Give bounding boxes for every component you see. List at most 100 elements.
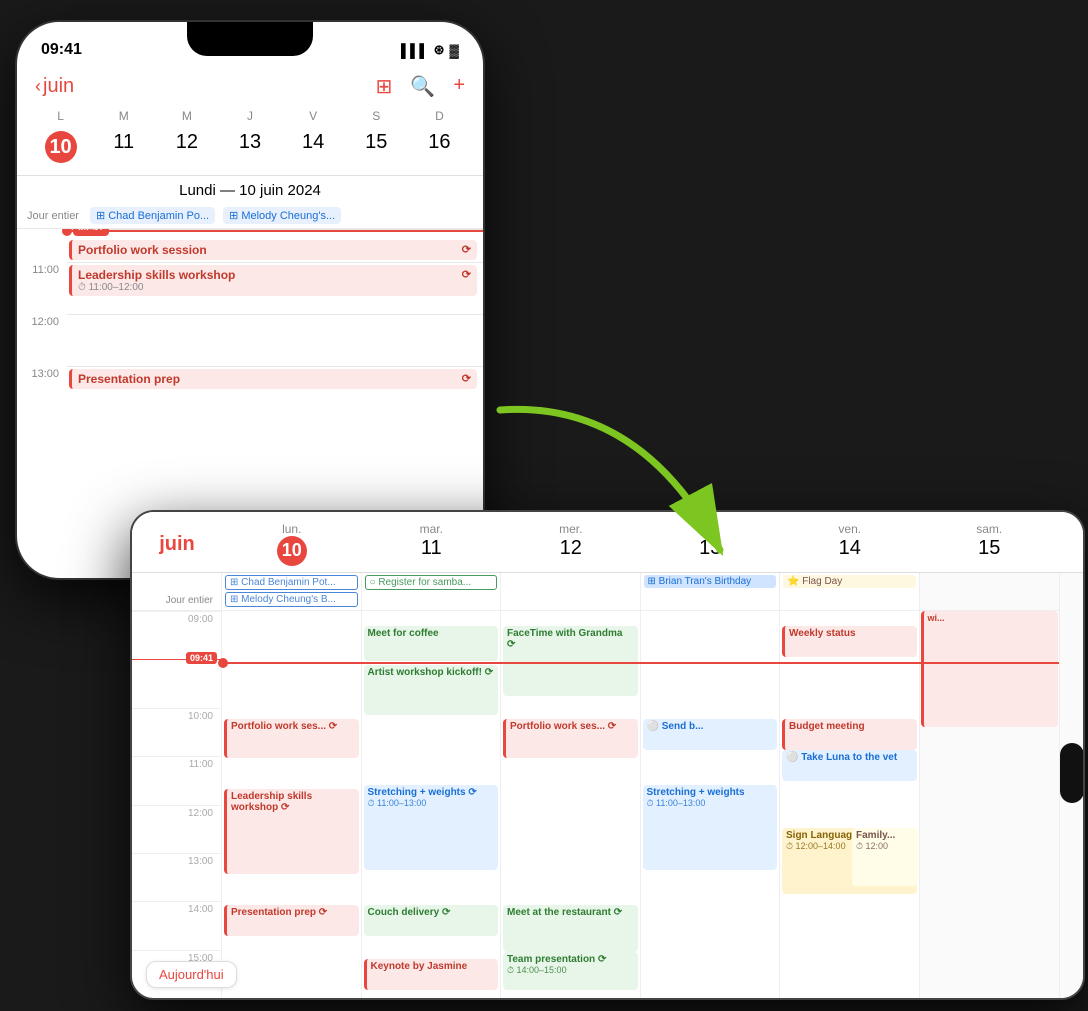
all-day-chad[interactable]: ⊞ Chad Benjamin Pot... xyxy=(225,575,358,590)
calendar-header: ‹ juin ⊞ 🔍 + xyxy=(17,70,483,107)
event-portfolio-wed[interactable]: Portfolio work ses... ⟳ xyxy=(503,719,638,758)
event-coffee-tue[interactable]: Meet for coffee xyxy=(364,626,499,661)
event-portfolio[interactable]: Portfolio work session ⟳ xyxy=(69,240,477,260)
date-15[interactable]: 15 xyxy=(345,129,408,165)
event-portfolio-mon[interactable]: Portfolio work ses... ⟳ xyxy=(224,719,359,758)
event-vet-fri[interactable]: ⚪ Take Luna to the vet xyxy=(782,750,917,781)
event-keynote-tue[interactable]: Keynote by Jasmine xyxy=(364,959,499,990)
dates-row: 10 11 12 13 14 15 16 xyxy=(17,129,483,165)
chevron-left-icon: ‹ xyxy=(35,76,41,97)
event-couch-tue[interactable]: Couch delivery ⟳ xyxy=(364,905,499,936)
weekday-m2: M xyxy=(155,107,218,125)
current-time-dot xyxy=(62,229,72,236)
event-title-family: Family... xyxy=(856,830,895,841)
all-day-lun10: ⊞ Chad Benjamin Pot... ⊞ Melody Cheung's… xyxy=(222,573,361,611)
circle-icon-vet: ⚪ xyxy=(786,752,798,763)
event-time-stretching-thu: ⏱ 11:00–13:00 xyxy=(647,798,774,809)
event-restaurant-wed[interactable]: Meet at the restaurant ⟳ xyxy=(503,905,638,951)
event-title-couch: Couch delivery ⟳ xyxy=(368,907,451,918)
tablet-col-header-sam15[interactable]: sam. 15 xyxy=(920,522,1060,566)
event-title-vet: Take Luna to the vet xyxy=(801,752,897,763)
event-stretching-tue[interactable]: Stretching + weights ⟳ ⏱ 11:00–13:00 xyxy=(364,785,499,870)
weekday-l: L xyxy=(29,107,92,125)
event-title-portfolio-wed: Portfolio work ses... ⟳ xyxy=(510,721,616,732)
tablet-col-header-ven14[interactable]: ven. 14 xyxy=(780,522,920,566)
time-slot-1100: 11:00 xyxy=(132,756,221,804)
tablet-month-label: juin xyxy=(132,533,222,556)
event-title-portfolio-mon: Portfolio work ses... ⟳ xyxy=(231,721,337,732)
current-time-indicator xyxy=(67,230,483,232)
all-day-sam15 xyxy=(920,573,1060,611)
circle-icon-send: ⚪ xyxy=(647,721,659,732)
tablet-landscape: juin lun. 10 mar. 11 mer. 12 jeu. 13 xyxy=(130,510,1085,1000)
date-11[interactable]: 11 xyxy=(92,129,155,165)
events-sam15: wi... xyxy=(920,611,1060,998)
search-icon[interactable]: 🔍 xyxy=(410,74,435,99)
event-artistwkshp-tue[interactable]: Artist workshop kickoff! ⟳ xyxy=(364,665,499,715)
arrow-container xyxy=(440,380,760,580)
all-day-flagday[interactable]: ⭐ Flag Day xyxy=(783,575,916,588)
date-10[interactable]: 10 xyxy=(29,129,92,165)
event-teampres-wed[interactable]: Team presentation ⟳ ⏱ 14:00–15:00 xyxy=(503,952,638,991)
date-14[interactable]: 14 xyxy=(282,129,345,165)
time-slot-1000: 10:00 xyxy=(132,708,221,756)
day-label: Lundi — 10 juin 2024 xyxy=(17,175,483,203)
time-label-1200: 12:00 xyxy=(17,314,67,328)
time-label-1100: 11:00 xyxy=(17,262,67,276)
weekday-j: J xyxy=(218,107,281,125)
event-send-thu[interactable]: ⚪ Send b... xyxy=(643,719,778,750)
plus-icon[interactable]: + xyxy=(453,74,465,99)
event-family-fri[interactable]: Family... ⏱ 12:00 xyxy=(852,828,917,886)
all-day-melody[interactable]: ⊞ Melody Cheung's B... xyxy=(225,592,358,607)
back-button[interactable]: ‹ juin xyxy=(35,75,74,98)
aujourdhui-label: Aujourd'hui xyxy=(159,967,224,982)
tablet-col-ven14: ⭐ Flag Day Weekly status Budget meeting … xyxy=(780,573,920,998)
date-13[interactable]: 13 xyxy=(218,129,281,165)
event-weeklystatus-fri[interactable]: Weekly status xyxy=(782,626,917,657)
day-abbr-sam: sam. xyxy=(976,522,1002,536)
event-leadership-mon[interactable]: Leadership skills workshop ⟳ xyxy=(224,789,359,874)
event-title-weeklystatus: Weekly status xyxy=(789,628,856,639)
signal-icon: ▌▌▌ xyxy=(401,43,429,58)
tablet-col-header-lun10[interactable]: lun. 10 xyxy=(222,522,362,566)
tablet-all-day-label: Jour entier xyxy=(132,573,221,611)
calendar-icon-2: ⊞ xyxy=(229,209,238,222)
event-title-leadership: Leadership skills workshop ⟳ xyxy=(78,268,471,282)
event-stretching-thu[interactable]: Stretching + weights ⏱ 11:00–13:00 xyxy=(643,785,778,870)
event-presprepu-mon[interactable]: Presentation prep ⟳ xyxy=(224,905,359,936)
event-title-coffee-tue: Meet for coffee xyxy=(368,628,439,639)
weekday-s: S xyxy=(345,107,408,125)
tablet-time-col: Jour entier 09:00 09:41 10:00 11:00 12:0… xyxy=(132,573,222,998)
status-time: 09:41 xyxy=(41,41,82,59)
weekday-v: V xyxy=(282,107,345,125)
grid-icon[interactable]: ⊞ xyxy=(376,74,393,99)
events-mar11: Meet for coffee Artist workshop kickoff!… xyxy=(362,611,501,998)
all-day-event-1[interactable]: ⊞ Chad Benjamin Po... xyxy=(90,207,215,224)
date-16[interactable]: 16 xyxy=(408,129,471,165)
day-num-14: 14 xyxy=(839,536,861,560)
events-lun10: Portfolio work ses... ⟳ Leadership skill… xyxy=(222,611,361,998)
month-label: juin xyxy=(43,75,74,98)
battery-icon: ▓ xyxy=(450,43,459,58)
all-day-event-2[interactable]: ⊞ Melody Cheung's... xyxy=(223,207,341,224)
events-jeu13: ⚪ Send b... Stretching + weights ⏱ 11:00… xyxy=(641,611,780,998)
event-title-budget: Budget meeting xyxy=(789,721,865,732)
tablet-inner: juin lun. 10 mar. 11 mer. 12 jeu. 13 xyxy=(132,512,1083,998)
time-line-1300: Presentation prep ⟳ xyxy=(67,366,483,391)
aujourdhui-button[interactable]: Aujourd'hui xyxy=(146,961,237,988)
current-time-line-row: 09:41 Portfolio work session ⟳ xyxy=(67,229,483,262)
weekday-m1: M xyxy=(92,107,155,125)
event-presentation[interactable]: Presentation prep ⟳ xyxy=(69,369,477,389)
time-slot-1300: 13:00 xyxy=(132,853,221,901)
tablet-col-lun10: ⊞ Chad Benjamin Pot... ⊞ Melody Cheung's… xyxy=(222,573,362,998)
time-row-1100: 11:00 Leadership skills workshop ⟳ ⏱ 11:… xyxy=(17,262,483,314)
tablet-days-grid: ⊞ Chad Benjamin Pot... ⊞ Melody Cheung's… xyxy=(222,573,1059,998)
event-leadership[interactable]: Leadership skills workshop ⟳ ⏱ 11:00–12:… xyxy=(69,265,477,296)
event-time-family: ⏱ 12:00 xyxy=(856,841,913,852)
event-partial-1[interactable]: wi... xyxy=(921,611,1059,727)
event-budget-fri[interactable]: Budget meeting xyxy=(782,719,917,750)
date-12[interactable]: 12 xyxy=(155,129,218,165)
event-title-artistwkshp: Artist workshop kickoff! ⟳ xyxy=(368,667,494,678)
time-row-1300: 13:00 Presentation prep ⟳ xyxy=(17,366,483,418)
time-grid: 09:41 Portfolio work session ⟳ 11:00 Lea… xyxy=(17,229,483,418)
